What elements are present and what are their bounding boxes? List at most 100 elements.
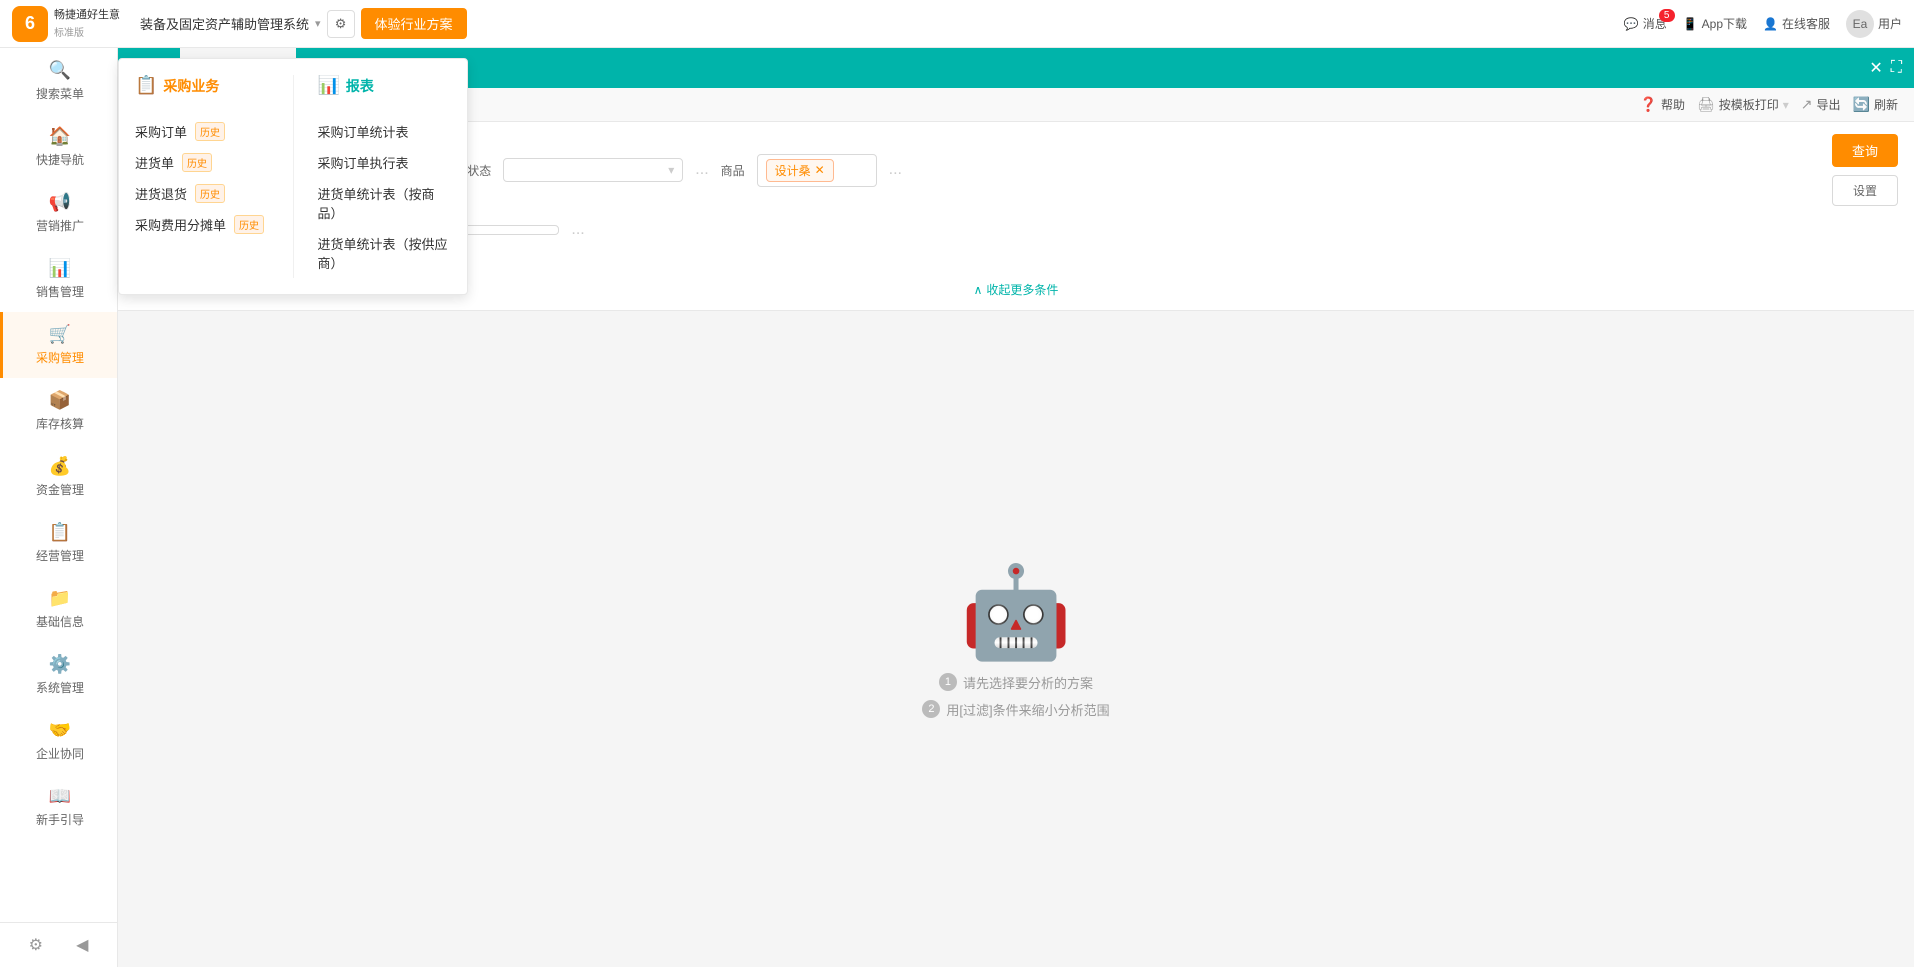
purchase-order-history: 历史 [195, 122, 225, 141]
report-incoming-product-label: 进货单统计表（按商品） [318, 184, 452, 222]
app-label: App下载 [1702, 15, 1747, 32]
service-icon: 👤 [1763, 17, 1778, 31]
system-title-area: 装备及固定资产辅助管理系统 ▾ ⚙ 体验行业方案 [140, 8, 1614, 39]
report-title-label: 报表 [346, 76, 374, 96]
sidebar-item-marketing[interactable]: 📢 营销推广 [0, 180, 117, 246]
product-tag-close[interactable]: ✕ [815, 163, 825, 177]
system-title-text: 装备及固定资产辅助管理系统 [140, 14, 309, 33]
sidebar-item-purchase-label: 采购管理 [36, 349, 84, 366]
sidebar-collapse-btn[interactable]: ◀ [76, 935, 88, 955]
industry-button[interactable]: 体验行业方案 [361, 8, 467, 39]
settings-button[interactable]: 设置 [1832, 175, 1898, 206]
query-button[interactable]: 查询 [1832, 134, 1898, 167]
sidebar-item-basic[interactable]: 📁 基础信息 [0, 576, 117, 642]
top-bar: 6 畅捷通好生意 标准版 装备及固定资产辅助管理系统 ▾ ⚙ 体验行业方案 💬 … [0, 0, 1914, 48]
sidebar-item-sales-label: 销售管理 [36, 283, 84, 300]
operation-icon: 📋 [49, 522, 71, 543]
purchase-incoming-item[interactable]: 进货单 历史 [135, 147, 269, 178]
refresh-label: 刷新 [1874, 96, 1898, 113]
purchase-incoming-history: 历史 [182, 153, 212, 172]
product-select[interactable]: 设计桑 ✕ [757, 154, 877, 187]
sidebar-settings-btn[interactable]: ⚙ [29, 935, 43, 955]
sidebar-item-quick-nav[interactable]: 🏠 快捷导航 [0, 114, 117, 180]
sidebar-item-operation-label: 经营管理 [36, 547, 84, 564]
capital-icon: 💰 [49, 456, 71, 477]
sidebar-item-marketing-label: 营销推广 [36, 217, 84, 234]
sidebar-item-capital[interactable]: 💰 资金管理 [0, 444, 117, 510]
sidebar: 🔍 搜索菜单 🏠 快捷导航 📢 营销推广 📊 销售管理 🛒 采购管理 📦 库存核… [0, 48, 118, 967]
refresh-button[interactable]: 🔄 刷新 [1853, 96, 1898, 113]
empty-hint-1: 1 请先选择要分析的方案 [939, 673, 1093, 692]
product-tag[interactable]: 设计桑 ✕ [766, 159, 834, 182]
export-button[interactable]: ↗ 导出 [1801, 96, 1841, 113]
voucher-status-dots[interactable]: ... [695, 161, 708, 179]
report-order-stats[interactable]: 采购订单统计表 [318, 116, 452, 147]
online-service-button[interactable]: 👤 在线客服 [1763, 15, 1830, 32]
report-order-stats-label: 采购订单统计表 [318, 122, 409, 141]
report-order-exec-label: 采购订单执行表 [318, 153, 409, 172]
report-title-icon: 📊 [318, 75, 340, 96]
purchase-return-item[interactable]: 进货退货 历史 [135, 178, 269, 209]
purchase-return-history: 历史 [195, 184, 225, 203]
sidebar-item-enterprise[interactable]: 🤝 企业协同 [0, 708, 117, 774]
sidebar-item-guide[interactable]: 📖 新手引导 [0, 774, 117, 840]
system-dropdown-arrow[interactable]: ▾ [315, 17, 321, 30]
logo-area: 6 畅捷通好生意 标准版 [12, 6, 130, 42]
tab-controls: ✕ ⛶ [1857, 58, 1914, 78]
report-incoming-supplier[interactable]: 进货单统计表（按供应商） [318, 228, 452, 278]
export-label: 导出 [1817, 96, 1841, 113]
purchase-expense-item[interactable]: 采购费用分摊单 历史 [135, 209, 269, 240]
avatar-initial: Ea [1853, 17, 1868, 31]
print-button[interactable]: 🖨 按模板打印 ▾ [1697, 96, 1789, 113]
purchase-dropdown-menu: 📋 采购业务 采购订单 历史 进货单 历史 进货退货 历史 采购费用分摊单 历史… [118, 58, 468, 295]
hint-text-2: 用[过滤]条件来缩小分析范围 [946, 700, 1109, 719]
action-col: 查询 设置 [1832, 134, 1898, 206]
purchase-title-label: 采购业务 [163, 76, 219, 96]
phone-icon: 📱 [1683, 17, 1698, 31]
hint-text-1: 请先选择要分析的方案 [963, 673, 1093, 692]
messages-button[interactable]: 💬 消息 5 [1624, 15, 1667, 32]
hint-number-1: 1 [939, 673, 957, 691]
collapse-up-icon: ∧ [974, 283, 983, 297]
purchase-expense-label: 采购费用分摊单 [135, 215, 226, 234]
sidebar-item-inventory[interactable]: 📦 库存核算 [0, 378, 117, 444]
print-label: 按模板打印 [1719, 96, 1779, 113]
collapse-label: 收起更多条件 [986, 281, 1058, 298]
sidebar-item-search[interactable]: 🔍 搜索菜单 [0, 48, 117, 114]
tab-close-window-icon[interactable]: ✕ [1869, 58, 1882, 78]
empty-state: 🤖 1 请先选择要分析的方案 2 用[过滤]条件来缩小分析范围 [118, 311, 1914, 967]
sidebar-item-enterprise-label: 企业协同 [36, 745, 84, 762]
hint-number-2: 2 [922, 700, 940, 718]
print-dropdown-icon[interactable]: ▾ [1783, 98, 1789, 112]
guide-icon: 📖 [49, 786, 71, 807]
salesperson-dots[interactable]: ... [571, 221, 584, 239]
marketing-icon: 📢 [49, 192, 71, 213]
sidebar-item-system[interactable]: ⚙️ 系统管理 [0, 642, 117, 708]
report-order-exec[interactable]: 采购订单执行表 [318, 147, 452, 178]
sidebar-item-sales[interactable]: 📊 销售管理 [0, 246, 117, 312]
sidebar-item-basic-label: 基础信息 [36, 613, 84, 630]
purchase-business-col: 📋 采购业务 采购订单 历史 进货单 历史 进货退货 历史 采购费用分摊单 历史 [135, 75, 269, 278]
help-button[interactable]: ❓ 帮助 [1640, 96, 1685, 113]
app-download-button[interactable]: 📱 App下载 [1683, 15, 1747, 32]
user-label: 用户 [1878, 15, 1902, 32]
sidebar-item-operation[interactable]: 📋 经营管理 [0, 510, 117, 576]
sidebar-item-purchase[interactable]: 🛒 采购管理 [0, 312, 117, 378]
user-area[interactable]: Ea 用户 [1846, 10, 1902, 38]
purchase-order-item[interactable]: 采购订单 历史 [135, 116, 269, 147]
service-label: 在线客服 [1782, 15, 1830, 32]
voucher-status-dropdown: ▾ [668, 163, 674, 177]
report-incoming-product[interactable]: 进货单统计表（按商品） [318, 178, 452, 228]
product-dots[interactable]: ... [889, 161, 902, 179]
sidebar-item-inventory-label: 库存核算 [36, 415, 84, 432]
voucher-status-select[interactable]: ▾ [503, 158, 683, 182]
purchase-order-label: 采购订单 [135, 122, 187, 141]
tab-maximize-icon[interactable]: ⛶ [1891, 59, 1902, 77]
message-icon: 💬 [1624, 17, 1639, 31]
report-incoming-supplier-label: 进货单统计表（按供应商） [318, 234, 452, 272]
report-col: 📊 报表 采购订单统计表 采购订单执行表 进货单统计表（按商品） 进货单统计表（… [318, 75, 452, 278]
purchase-expense-history: 历史 [234, 215, 264, 234]
gear-button[interactable]: ⚙ [327, 10, 355, 38]
empty-hint-2: 2 用[过滤]条件来缩小分析范围 [922, 700, 1109, 719]
search-icon: 🔍 [49, 60, 71, 81]
